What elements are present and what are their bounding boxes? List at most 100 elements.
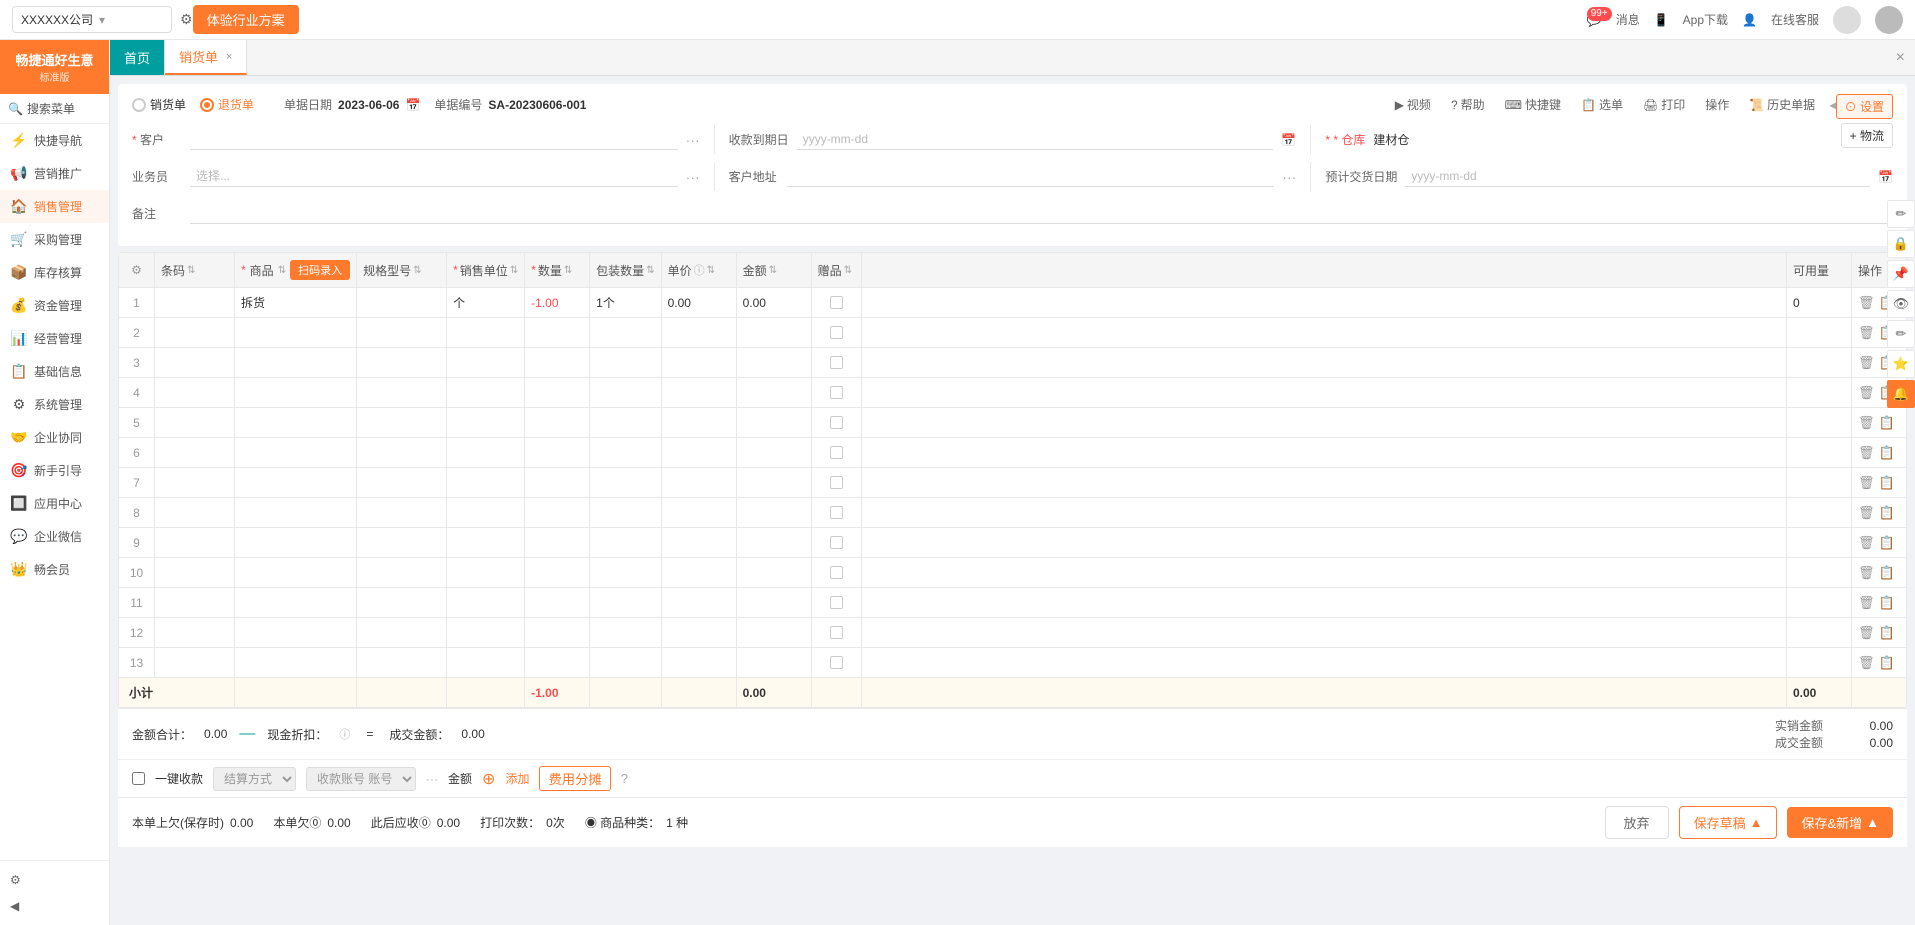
cell-amount-6[interactable] (736, 468, 811, 498)
cell-unit-10[interactable] (447, 588, 525, 618)
due-date-input[interactable] (797, 129, 1274, 150)
customer-more-icon[interactable]: ··· (686, 132, 700, 148)
cell-amount-12[interactable] (736, 648, 811, 678)
avatar-2[interactable] (1875, 6, 1903, 34)
cell-amount-9[interactable] (736, 558, 811, 588)
cell-unit-0[interactable]: 个 (447, 288, 525, 318)
history-btn[interactable]: 📜 历史单据 (1743, 94, 1821, 115)
cell-barcode-0[interactable] (155, 288, 235, 318)
cell-unit-4[interactable] (447, 408, 525, 438)
cell-gift-5[interactable] (811, 438, 861, 468)
gift-checkbox-2[interactable] (830, 356, 843, 369)
cell-gift-4[interactable] (811, 408, 861, 438)
app-download-label[interactable]: App下载 (1683, 11, 1728, 28)
cell-amount-0[interactable]: 0.00 (736, 288, 811, 318)
cell-note-10[interactable] (861, 588, 1786, 618)
cell-spec-7[interactable] (357, 498, 447, 528)
cell-pack-9[interactable] (590, 558, 661, 588)
cell-product-11[interactable] (235, 618, 357, 648)
cell-amount-3[interactable] (736, 378, 811, 408)
delete-icon-3[interactable]: 🗑 (1858, 385, 1875, 401)
cell-barcode-7[interactable] (155, 498, 235, 528)
cell-pack-6[interactable] (590, 468, 661, 498)
copy-icon-4[interactable]: 📋 (1879, 415, 1895, 431)
delete-icon-9[interactable]: 🗑 (1858, 565, 1875, 581)
rfloat-edit-icon[interactable]: ✏ (1887, 200, 1915, 228)
cell-pack-8[interactable] (590, 528, 661, 558)
avatar[interactable] (1833, 6, 1861, 34)
gift-checkbox-11[interactable] (830, 626, 843, 639)
copy-icon-7[interactable]: 📋 (1879, 505, 1895, 521)
delete-icon-2[interactable]: 🗑 (1858, 355, 1875, 371)
customer-addr-input[interactable] (787, 166, 1275, 187)
cell-barcode-3[interactable] (155, 378, 235, 408)
cell-note-5[interactable] (861, 438, 1786, 468)
gift-checkbox-6[interactable] (830, 476, 843, 489)
sidebar-item-operation[interactable]: 📊 经营管理 (0, 322, 109, 355)
cell-qty-8[interactable] (525, 528, 590, 558)
copy-icon-12[interactable]: 📋 (1879, 655, 1895, 671)
sort-pack[interactable]: ⇅ (646, 265, 654, 276)
sidebar-item-sales[interactable]: 🏠 销售管理 (0, 190, 109, 223)
message-btn[interactable]: 💬 99+ (1587, 13, 1602, 27)
cell-product-6[interactable] (235, 468, 357, 498)
cell-amount-2[interactable] (736, 348, 811, 378)
cell-price-5[interactable] (661, 438, 736, 468)
cell-product-5[interactable] (235, 438, 357, 468)
cell-price-8[interactable] (661, 528, 736, 558)
sidebar-item-member[interactable]: 👑 畅会员 (0, 553, 109, 586)
sidebar-item-quick-nav[interactable]: ⚡ 快捷导航 (0, 124, 109, 157)
cell-unit-3[interactable] (447, 378, 525, 408)
help-btn[interactable]: ? 帮助 (1445, 94, 1491, 115)
sort-barcode[interactable]: ⇅ (187, 265, 195, 276)
cell-spec-1[interactable] (357, 318, 447, 348)
cell-unit-8[interactable] (447, 528, 525, 558)
cell-amount-10[interactable] (736, 588, 811, 618)
cell-barcode-11[interactable] (155, 618, 235, 648)
expected-date-calendar-icon[interactable]: 📅 (1878, 170, 1893, 184)
cell-product-8[interactable] (235, 528, 357, 558)
delete-icon-12[interactable]: 🗑 (1858, 655, 1875, 671)
cell-spec-2[interactable] (357, 348, 447, 378)
cell-barcode-8[interactable] (155, 528, 235, 558)
cell-amount-7[interactable] (736, 498, 811, 528)
sidebar-search[interactable]: 🔍 搜索菜单 (0, 94, 109, 124)
cell-spec-9[interactable] (357, 558, 447, 588)
cell-qty-3[interactable] (525, 378, 590, 408)
gift-checkbox-7[interactable] (830, 506, 843, 519)
copy-icon-6[interactable]: 📋 (1879, 475, 1895, 491)
sort-price[interactable]: ⇅ (707, 265, 715, 276)
cell-note-9[interactable] (861, 558, 1786, 588)
cell-note-2[interactable] (861, 348, 1786, 378)
gift-checkbox-1[interactable] (830, 326, 843, 339)
cell-spec-6[interactable] (357, 468, 447, 498)
expected-date-input[interactable] (1405, 166, 1870, 187)
cell-spec-0[interactable] (357, 288, 447, 318)
cell-pack-12[interactable] (590, 648, 661, 678)
cell-unit-5[interactable] (447, 438, 525, 468)
cell-pack-3[interactable] (590, 378, 661, 408)
cell-amount-8[interactable] (736, 528, 811, 558)
sort-unit[interactable]: ⇅ (510, 265, 518, 276)
cell-barcode-5[interactable] (155, 438, 235, 468)
setting-btn[interactable]: ⊙ 设置 (1836, 94, 1893, 119)
cell-unit-1[interactable] (447, 318, 525, 348)
cell-unit-11[interactable] (447, 618, 525, 648)
copy-icon-8[interactable]: 📋 (1879, 535, 1895, 551)
rfloat-eye-icon[interactable]: 👁 (1887, 290, 1915, 318)
cell-product-0[interactable]: 拆货 (235, 288, 357, 318)
delete-icon-4[interactable]: 🗑 (1858, 415, 1875, 431)
customer-input[interactable] (190, 129, 678, 150)
customer-addr-more-icon[interactable]: ··· (1282, 169, 1296, 185)
cell-spec-5[interactable] (357, 438, 447, 468)
delete-icon-11[interactable]: 🗑 (1858, 625, 1875, 641)
cell-price-9[interactable] (661, 558, 736, 588)
salesperson-input[interactable] (190, 166, 678, 187)
cell-pack-0[interactable]: 1个 (590, 288, 661, 318)
cell-pack-10[interactable] (590, 588, 661, 618)
amount-dots-icon[interactable]: ··· (426, 772, 438, 786)
cell-qty-5[interactable] (525, 438, 590, 468)
tab-sales-order[interactable]: 销货单 × (165, 40, 247, 75)
gift-checkbox-9[interactable] (830, 566, 843, 579)
video-btn[interactable]: ▶ 视频 (1389, 94, 1437, 115)
